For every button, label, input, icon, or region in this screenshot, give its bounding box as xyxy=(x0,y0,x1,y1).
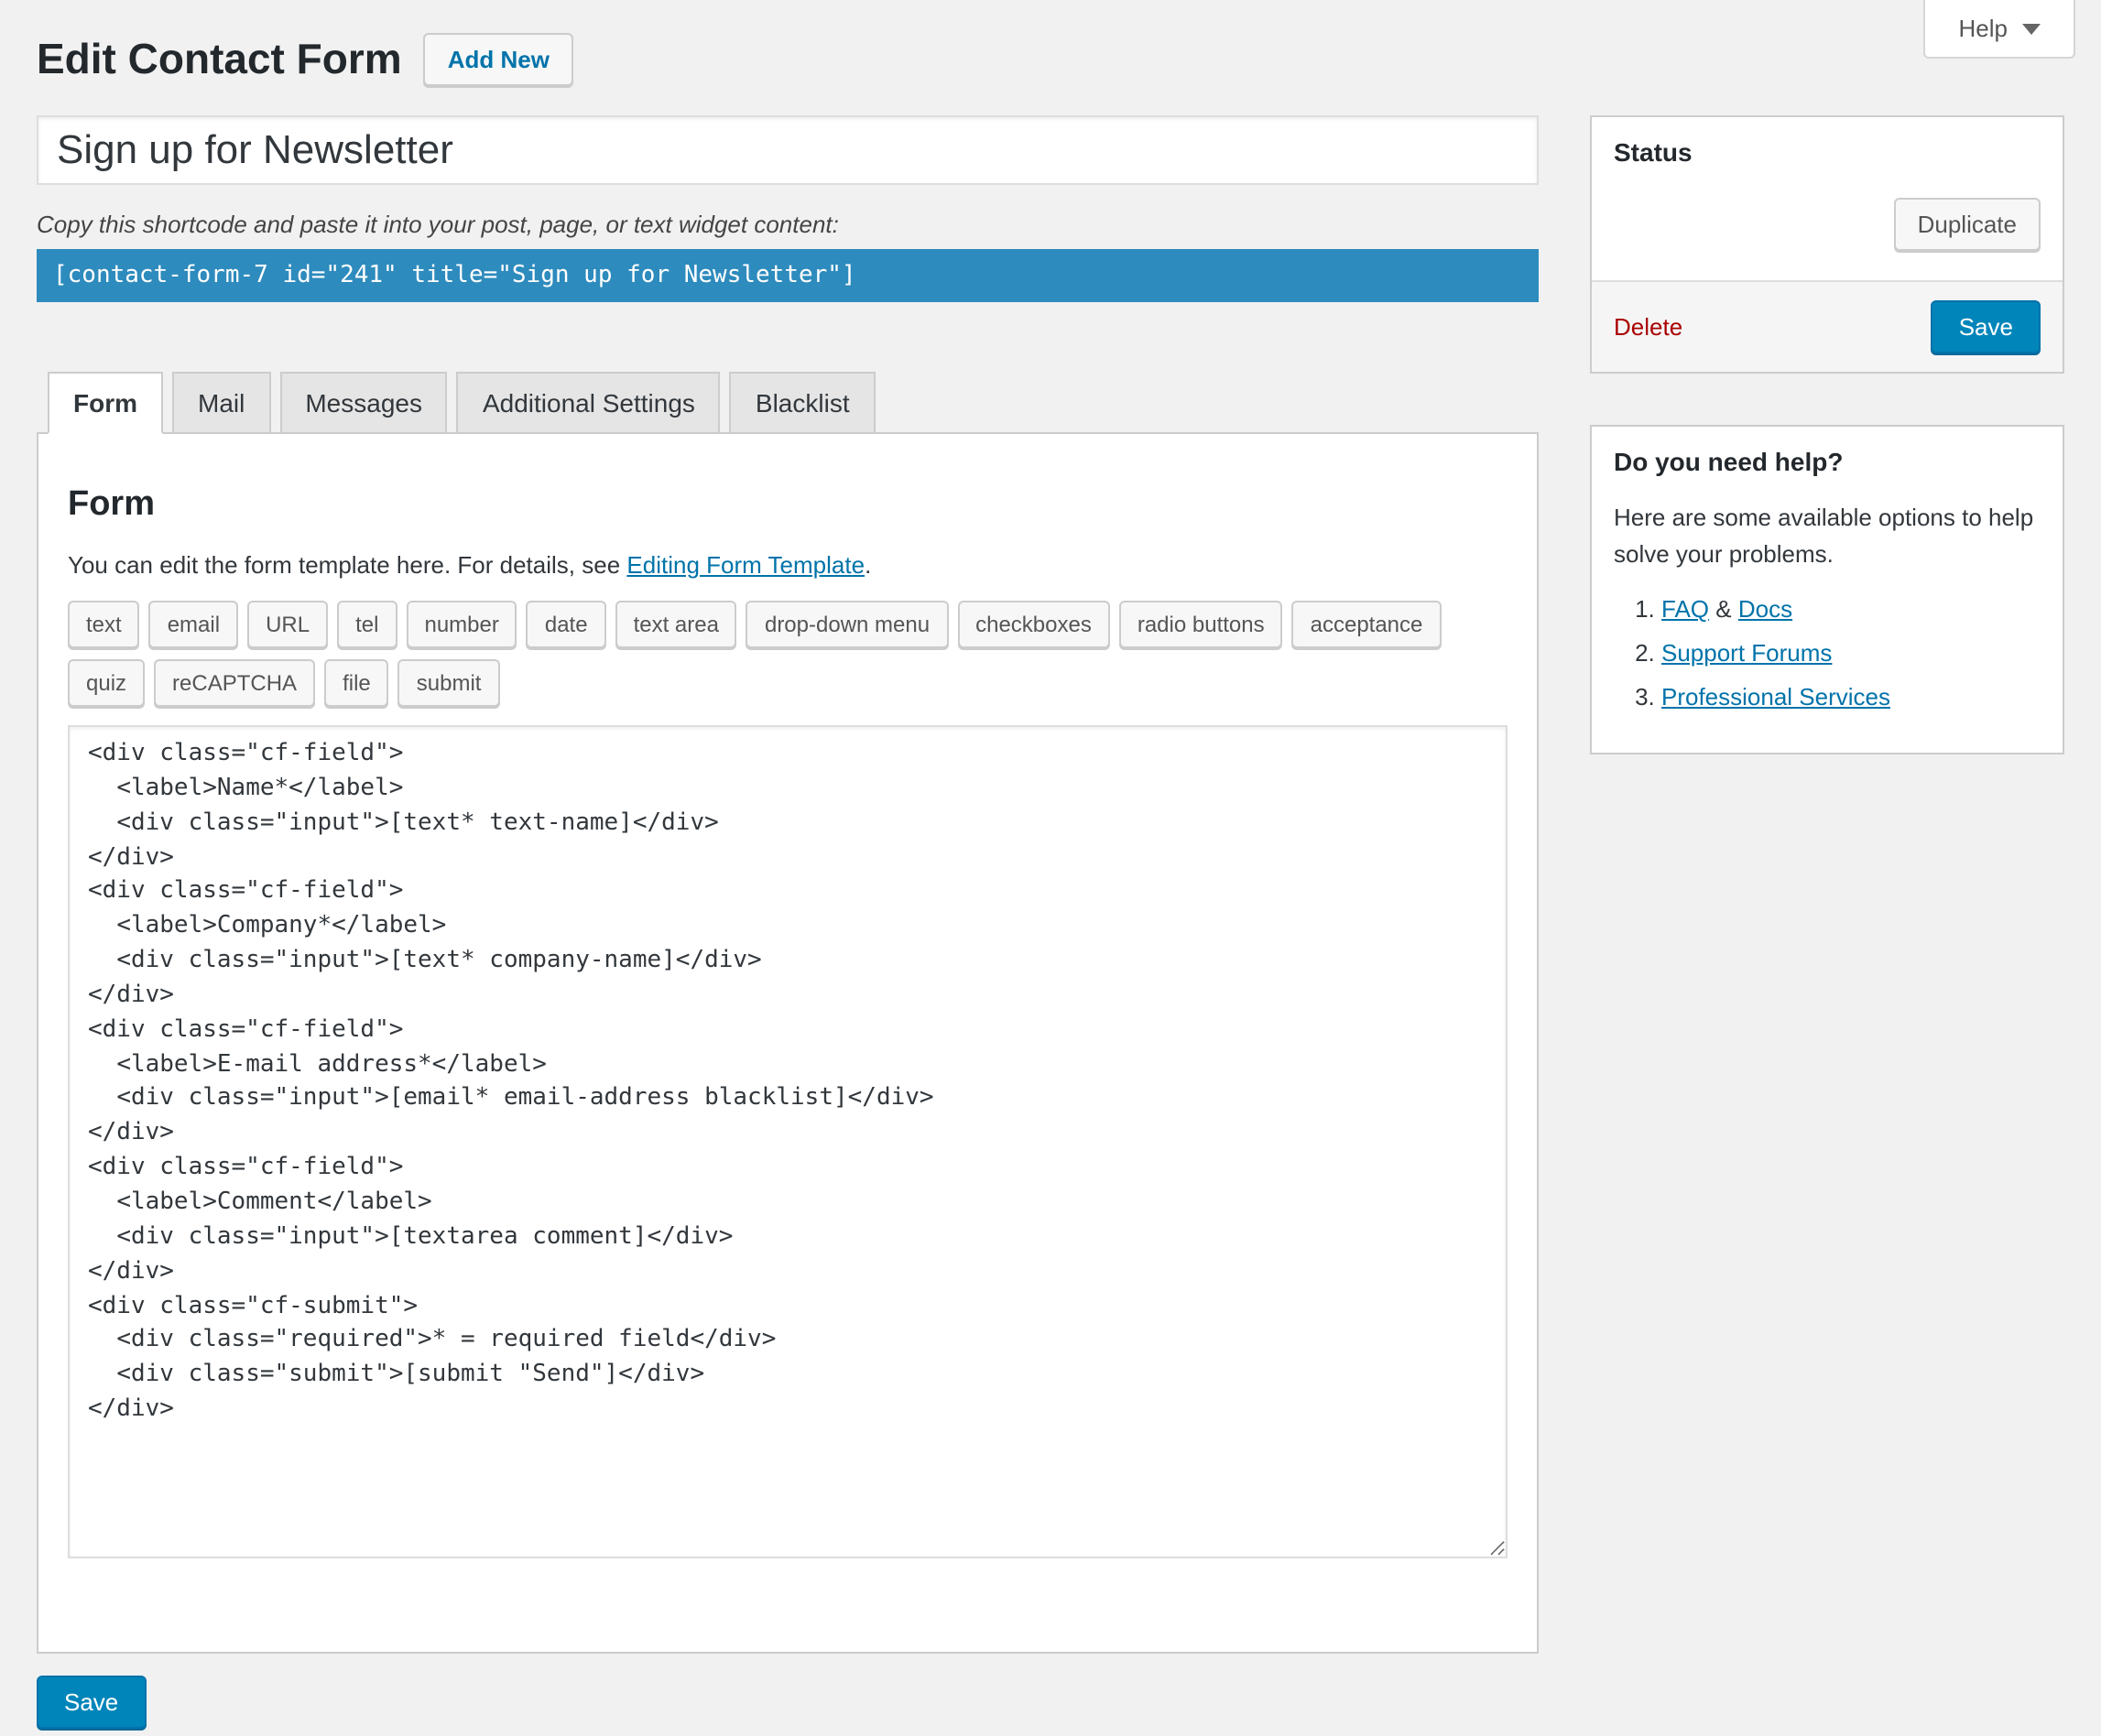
panel-description-text: You can edit the form template here. For… xyxy=(68,551,627,579)
panel-heading: Form xyxy=(68,485,155,524)
tab-additional-settings[interactable]: Additional Settings xyxy=(456,372,721,434)
tag-button-file[interactable]: file xyxy=(324,659,389,707)
help-label: Help xyxy=(1958,15,2008,42)
tag-button-number[interactable]: number xyxy=(406,601,517,648)
status-box: Status Duplicate Delete Save xyxy=(1590,115,2064,374)
tag-button-date[interactable]: date xyxy=(526,601,606,648)
panel-description-period: . xyxy=(865,551,872,579)
shortcode-input[interactable] xyxy=(37,249,1539,302)
panel-description: You can edit the form template here. For… xyxy=(68,551,1508,579)
tag-button-email[interactable]: email xyxy=(148,601,239,648)
tag-button-acceptance[interactable]: acceptance xyxy=(1291,601,1442,648)
main-column: Copy this shortcode and paste it into yo… xyxy=(37,115,1539,1729)
shortcode-hint: Copy this shortcode and paste it into yo… xyxy=(37,211,839,238)
duplicate-button[interactable]: Duplicate xyxy=(1893,198,2041,251)
status-box-footer: Delete Save xyxy=(1592,280,2063,372)
docs-link[interactable]: Docs xyxy=(1738,596,1792,624)
add-new-button[interactable]: Add New xyxy=(423,33,573,86)
list-item-separator: & xyxy=(1709,595,1738,624)
list-item: Support Forums xyxy=(1661,640,2041,667)
need-help-body: Here are some available options to help … xyxy=(1592,496,2063,754)
tab-mail[interactable]: Mail xyxy=(172,372,271,434)
tab-messages[interactable]: Messages xyxy=(279,372,448,434)
editing-form-template-link[interactable]: Editing Form Template xyxy=(626,551,865,579)
tag-button-recaptcha[interactable]: reCAPTCHA xyxy=(154,659,316,707)
form-template-textarea[interactable]: <div class="cf-field"> <label>Name*</lab… xyxy=(68,725,1508,1558)
tab-blacklist[interactable]: Blacklist xyxy=(729,372,876,434)
tag-button-drop-down-menu[interactable]: drop-down menu xyxy=(746,601,949,648)
tag-button-url[interactable]: URL xyxy=(247,601,329,648)
professional-services-link[interactable]: Professional Services xyxy=(1661,684,1890,711)
need-help-box: Do you need help? Here are some availabl… xyxy=(1590,425,2064,755)
page-header: Edit Contact Form Add New xyxy=(37,33,2064,86)
list-item: Professional Services xyxy=(1661,684,2041,711)
tag-button-text[interactable]: text xyxy=(68,601,140,648)
tag-button-quiz[interactable]: quiz xyxy=(68,659,146,707)
tab-bar: Form Mail Messages Additional Settings B… xyxy=(37,372,1539,434)
delete-link[interactable]: Delete xyxy=(1614,313,1682,341)
tab-form[interactable]: Form xyxy=(48,372,163,434)
form-title-input[interactable] xyxy=(37,115,1539,185)
save-button-bottom[interactable]: Save xyxy=(37,1676,147,1729)
help-links-list: FAQ & Docs Support Forums Professional S… xyxy=(1661,596,2041,711)
faq-link[interactable]: FAQ xyxy=(1661,596,1709,624)
status-box-body: Duplicate xyxy=(1592,187,2063,280)
form-tab-panel: Form You can edit the form template here… xyxy=(37,432,1539,1654)
need-help-heading: Do you need help? xyxy=(1614,447,1844,476)
status-box-heading: Status xyxy=(1614,137,1693,167)
need-help-intro: Here are some available options to help … xyxy=(1614,504,2034,569)
tag-button-text-area[interactable]: text area xyxy=(615,601,737,648)
content-wrap: Edit Contact Form Add New Copy this shor… xyxy=(0,0,2101,1729)
admin-page: Help Edit Contact Form Add New Copy this… xyxy=(0,0,2101,1736)
help-dropdown[interactable]: Help xyxy=(1923,0,2075,59)
support-forums-link[interactable]: Support Forums xyxy=(1661,640,1832,667)
page-title: Edit Contact Form xyxy=(37,35,402,82)
tag-generator-row-1: text email URL tel number date text area… xyxy=(68,601,1508,648)
sidebar: Status Duplicate Delete Save Do you need… xyxy=(1590,115,2064,807)
list-item: FAQ & Docs xyxy=(1661,596,2041,624)
tag-button-tel[interactable]: tel xyxy=(337,601,397,648)
tag-button-radio-buttons[interactable]: radio buttons xyxy=(1118,601,1283,648)
tag-button-submit[interactable]: submit xyxy=(397,659,500,707)
footer-actions: Save xyxy=(37,1676,1539,1729)
tag-generator-row-2: quiz reCAPTCHA file submit xyxy=(68,659,1508,707)
chevron-down-icon xyxy=(2022,23,2041,34)
save-button-sidebar[interactable]: Save xyxy=(1931,300,2041,353)
columns: Copy this shortcode and paste it into yo… xyxy=(37,115,2064,1729)
tag-button-checkboxes[interactable]: checkboxes xyxy=(957,601,1110,648)
